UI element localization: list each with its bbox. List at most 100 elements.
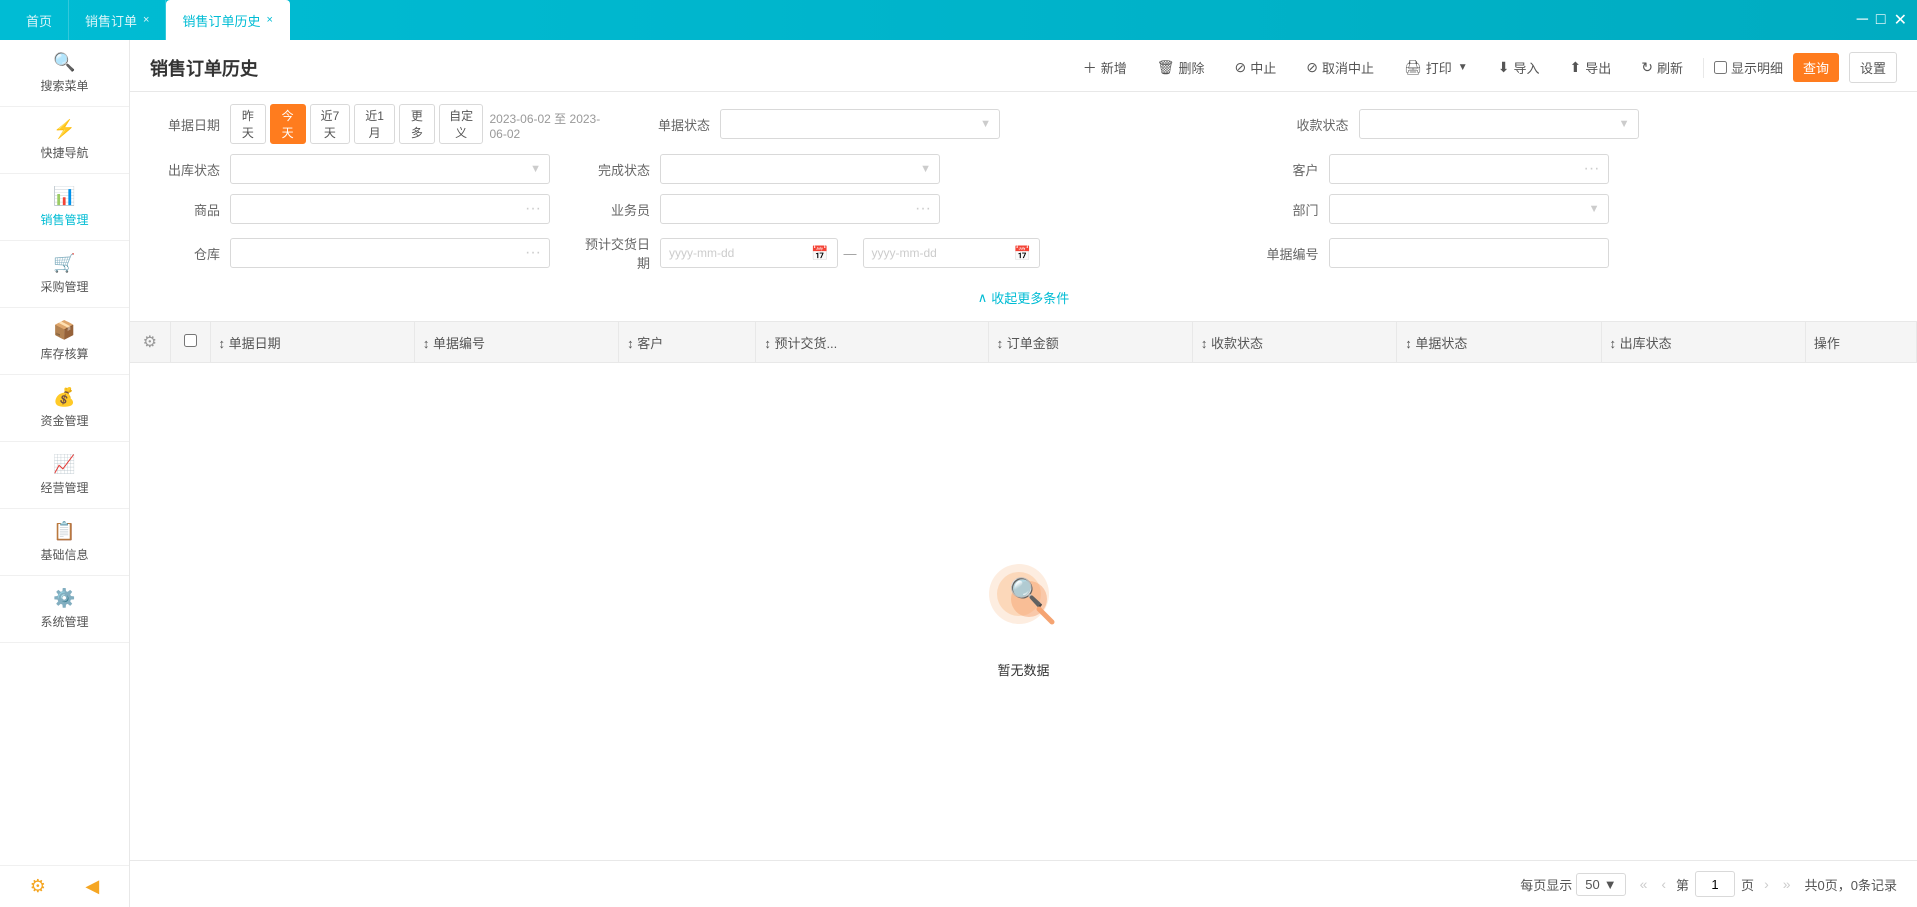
sidebar-item-search-menu[interactable]: 🔍 搜索菜单 — [0, 40, 129, 107]
date-today-btn[interactable]: 今天 — [270, 104, 306, 144]
department-select[interactable]: ▼ — [1329, 194, 1609, 224]
purchase-mgmt-icon: 🛒 — [53, 253, 75, 274]
collapse-link[interactable]: ∧ 收起更多条件 — [150, 282, 1897, 309]
select-all-checkbox[interactable] — [184, 334, 197, 347]
query-button[interactable]: 查询 — [1793, 53, 1839, 82]
first-page-btn[interactable]: « — [1636, 874, 1652, 894]
sidebar-item-ops-mgmt[interactable]: 📈 经营管理 — [0, 442, 129, 509]
status-select[interactable]: ▼ — [720, 109, 1000, 139]
tab-sales-order[interactable]: 销售订单 × — [69, 0, 166, 40]
sidebar-item-finance-mgmt[interactable]: 💰 资金管理 — [0, 375, 129, 442]
outbound-status-select[interactable]: ▼ — [230, 154, 550, 184]
page-title: 销售订单历史 — [150, 55, 258, 81]
col-date: ↕ 单据日期 — [210, 322, 414, 363]
page-input[interactable] — [1695, 871, 1735, 897]
sidebar-item-sales-mgmt-label: 销售管理 — [40, 211, 88, 228]
tab-sales-order-history-close[interactable]: × — [266, 14, 272, 26]
sidebar-item-inventory-calc[interactable]: 📦 库存核算 — [0, 308, 129, 375]
sidebar-collapse-icon[interactable]: ◀ — [85, 876, 99, 897]
completion-status-select[interactable]: ▼ — [660, 154, 940, 184]
col-receipt-status: ↕ 收款状态 — [1192, 322, 1396, 363]
export-icon: ⬆ — [1569, 59, 1581, 76]
col-order-status: ↕ 单据状态 — [1397, 322, 1601, 363]
date-last7-btn[interactable]: 近7天 — [310, 104, 351, 144]
sys-mgmt-icon: ⚙️ — [53, 588, 75, 609]
refresh-button[interactable]: ↻ 刷新 — [1631, 53, 1693, 82]
order-no-input[interactable] — [1329, 238, 1609, 268]
sidebar-settings-icon[interactable]: ⚙ — [30, 876, 46, 897]
refresh-label: 刷新 — [1657, 58, 1683, 77]
date-custom-btn[interactable]: 自定义 — [439, 104, 484, 144]
minimize-icon[interactable]: ─ — [1857, 11, 1868, 29]
stop-label: 中止 — [1250, 58, 1276, 77]
col-outbound-status: ↕ 出库状态 — [1601, 322, 1805, 363]
print-label: 打印 — [1426, 58, 1452, 77]
sidebar-item-purchase-mgmt[interactable]: 🛒 采购管理 — [0, 241, 129, 308]
warehouse-input[interactable]: ··· — [230, 238, 550, 268]
salesperson-input[interactable]: ··· — [660, 194, 940, 224]
tab-sales-order-history[interactable]: 销售订单历史 × — [166, 0, 289, 40]
status-label: 单据状态 — [640, 115, 720, 134]
quick-nav-icon: ⚡ — [53, 119, 75, 140]
col-order-amount: ↕ 订单金额 — [988, 322, 1192, 363]
warehouse-dots[interactable]: ··· — [525, 244, 541, 262]
expected-date-to[interactable]: yyyy-mm-dd 📅 — [863, 238, 1041, 268]
col-checkbox — [170, 322, 210, 363]
add-button[interactable]: ＋ 新增 — [1073, 53, 1137, 83]
stop-icon: ⊘ — [1235, 59, 1247, 76]
product-input[interactable]: ··· — [230, 194, 550, 224]
date-more-btn[interactable]: 更多 — [399, 104, 435, 144]
customer-dots[interactable]: ··· — [1584, 160, 1600, 178]
prev-page-btn[interactable]: ‹ — [1657, 874, 1670, 894]
col-order-amount-text: 订单金额 — [1007, 336, 1059, 351]
export-button[interactable]: ⬆ 导出 — [1559, 53, 1621, 82]
sales-mgmt-icon: 📊 — [53, 186, 75, 207]
page-size-arrow: ▼ — [1604, 877, 1617, 892]
page-label-before: 第 — [1676, 875, 1689, 894]
customer-input[interactable]: ··· — [1329, 154, 1609, 184]
content-area: 销售订单历史 ＋ 新增 🗑 删除 ⊘ 中止 ⊘ 取消中止 — [130, 40, 1917, 907]
col-customer-text: 客户 — [637, 336, 663, 351]
print-button[interactable]: 🖨 打印 ▼ — [1394, 53, 1478, 82]
settings-label: 设置 — [1860, 58, 1886, 77]
sidebar-item-quick-nav[interactable]: ⚡ 快捷导航 — [0, 107, 129, 174]
table-settings-icon[interactable]: ⚙ — [143, 334, 157, 351]
cancel-stop-button[interactable]: ⊘ 取消中止 — [1296, 53, 1384, 82]
tab-home[interactable]: 首页 — [10, 0, 69, 40]
sidebar-item-basic-info[interactable]: 📋 基础信息 — [0, 509, 129, 576]
last-page-btn[interactable]: » — [1779, 874, 1795, 894]
receipt-status-select[interactable]: ▼ — [1359, 109, 1639, 139]
filter-row-2: 出库状态 ▼ 完成状态 ▼ 客户 ··· — [150, 154, 1897, 184]
col-date-text: 单据日期 — [229, 336, 281, 351]
sidebar-item-sys-mgmt-label: 系统管理 — [40, 613, 88, 630]
delete-button[interactable]: 🗑 删除 — [1147, 53, 1215, 82]
date-yesterday-btn[interactable]: 昨天 — [230, 104, 266, 144]
salesperson-dots[interactable]: ··· — [915, 200, 931, 218]
date-last1m-btn[interactable]: 近1月 — [354, 104, 395, 144]
col-outbound-status-sort: ↕ — [1610, 336, 1620, 351]
expected-date-from[interactable]: yyyy-mm-dd 📅 — [660, 238, 838, 268]
display-toggle-label[interactable]: 显示明细 — [1714, 58, 1783, 77]
stop-button[interactable]: ⊘ 中止 — [1225, 53, 1287, 82]
col-expected-date-text: 预计交货... — [774, 336, 837, 351]
close-window-icon[interactable]: ✕ — [1894, 10, 1907, 30]
import-icon: ⬇ — [1498, 59, 1510, 76]
sidebar-item-sys-mgmt[interactable]: ⚙️ 系统管理 — [0, 576, 129, 643]
calendar-to-icon: 📅 — [1014, 245, 1031, 262]
filter-row-4: 仓库 ··· 预计交货日期 yyyy-mm-dd 📅 — yyyy-mm-dd — [150, 234, 1897, 272]
sidebar-item-sales-mgmt[interactable]: 📊 销售管理 — [0, 174, 129, 241]
tab-sales-order-close[interactable]: × — [143, 14, 149, 26]
settings-button[interactable]: 设置 — [1849, 52, 1897, 83]
product-dots[interactable]: ··· — [525, 200, 541, 218]
svg-text:🔍: 🔍 — [1009, 574, 1044, 609]
import-button[interactable]: ⬇ 导入 — [1488, 53, 1550, 82]
order-no-label: 单据编号 — [1249, 244, 1329, 263]
maximize-icon[interactable]: □ — [1876, 11, 1886, 29]
next-page-btn[interactable]: › — [1760, 874, 1773, 894]
page-size-box[interactable]: 50 ▼ — [1576, 873, 1625, 896]
window-controls: ─ □ ✕ — [1857, 10, 1907, 30]
col-order-no: ↕ 单据编号 — [414, 322, 618, 363]
col-order-no-label: ↕ — [423, 336, 433, 351]
filter-row-1: 单据日期 昨天 今天 近7天 近1月 更多 自定义 2023-06-02 至 2… — [150, 104, 1897, 144]
display-toggle-checkbox[interactable] — [1714, 61, 1727, 74]
